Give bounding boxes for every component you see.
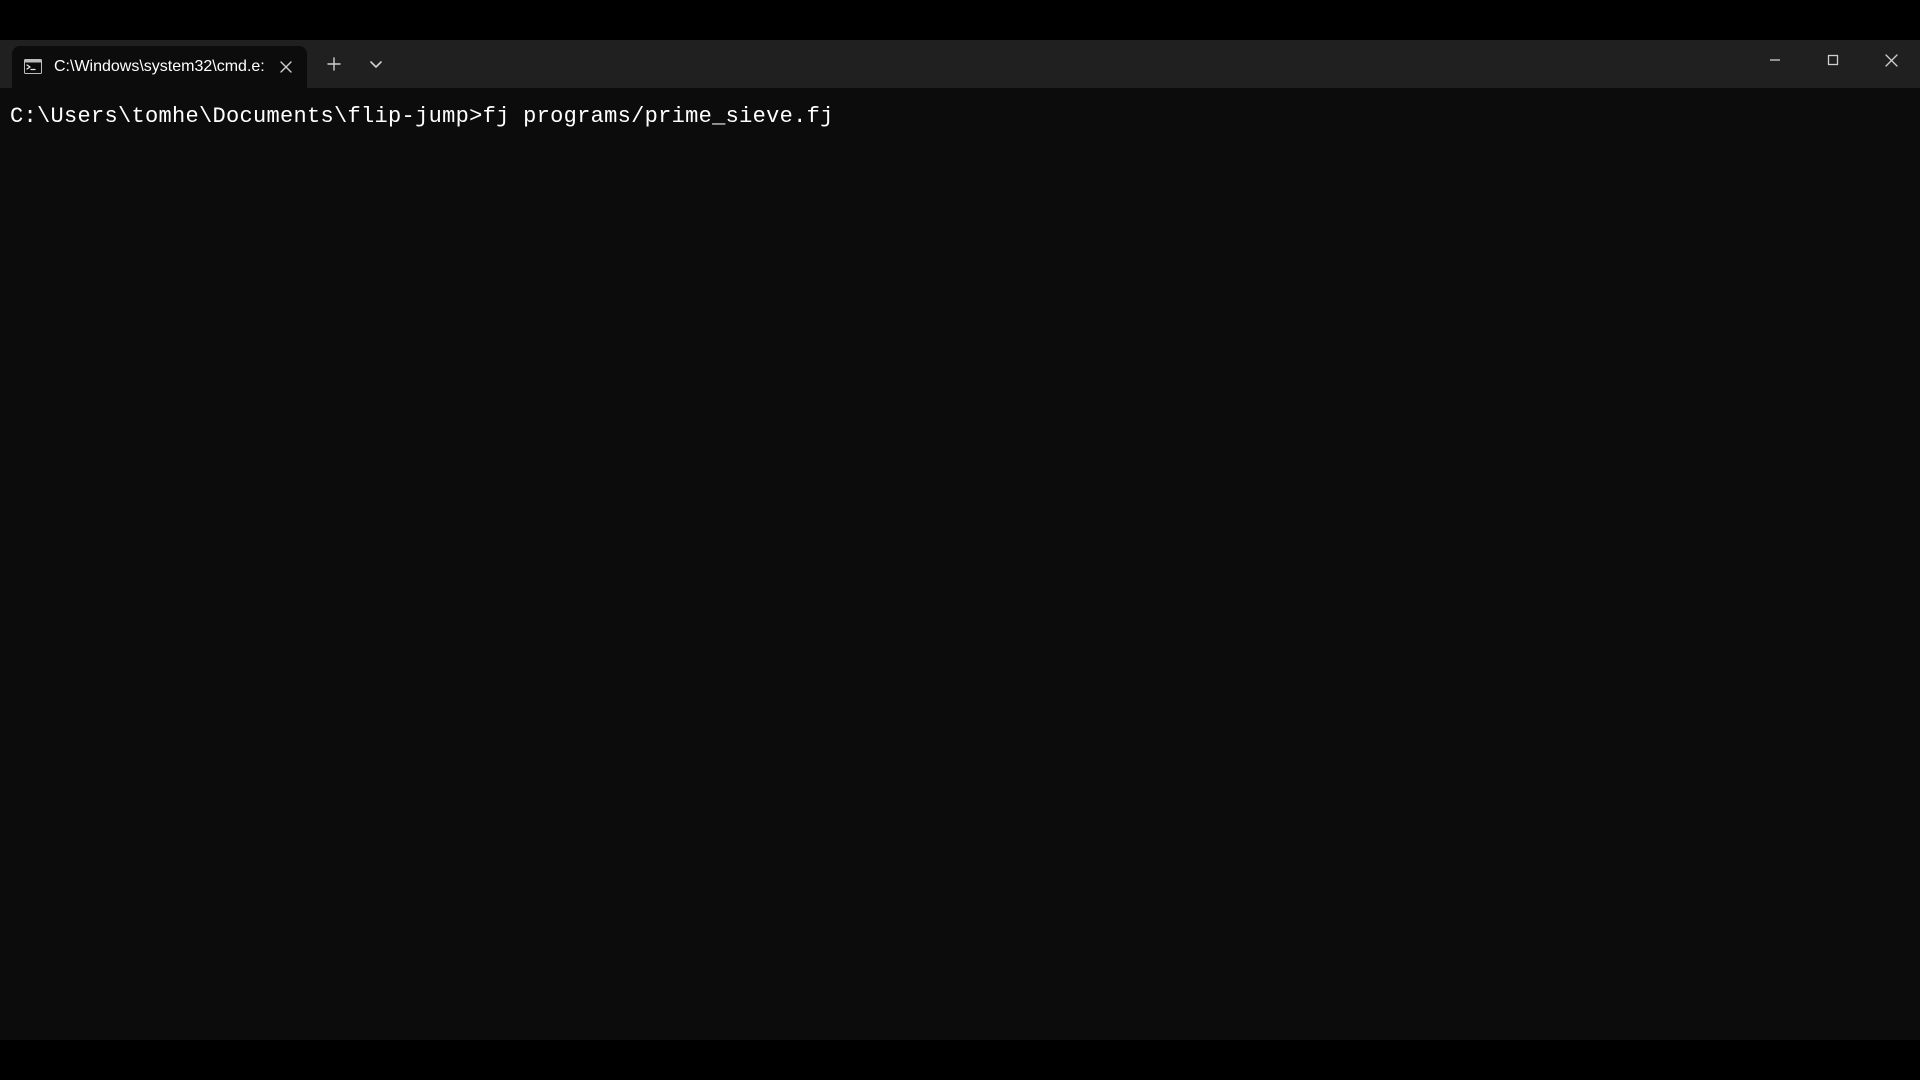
cmd-icon (24, 58, 42, 76)
tab-cmd[interactable]: C:\Windows\system32\cmd.e: (12, 46, 307, 88)
maximize-icon (1827, 54, 1839, 66)
terminal-window: C:\Windows\system32\cmd.e: (0, 40, 1920, 1040)
window-controls (1746, 40, 1920, 88)
titlebar[interactable]: C:\Windows\system32\cmd.e: (0, 40, 1920, 88)
tab-dropdown-button[interactable] (355, 43, 397, 85)
minimize-icon (1769, 54, 1781, 66)
command-text: fj programs/prime_sieve.fj (483, 102, 834, 132)
tab-close-button[interactable] (273, 54, 299, 80)
minimize-button[interactable] (1746, 40, 1804, 80)
tab-actions (307, 40, 403, 88)
close-window-button[interactable] (1862, 40, 1920, 80)
terminal-line: C:\Users\tomhe\Documents\flip-jump> fj p… (10, 102, 1910, 132)
plus-icon (327, 57, 341, 71)
close-icon (1885, 54, 1898, 67)
letterbox-top (0, 0, 1920, 40)
close-icon (280, 61, 292, 73)
maximize-button[interactable] (1804, 40, 1862, 80)
tab-title: C:\Windows\system32\cmd.e: (54, 58, 265, 76)
chevron-down-icon (369, 57, 383, 71)
new-tab-button[interactable] (313, 43, 355, 85)
prompt-text: C:\Users\tomhe\Documents\flip-jump> (10, 102, 483, 132)
letterbox-bottom (0, 1040, 1920, 1080)
terminal-body[interactable]: C:\Users\tomhe\Documents\flip-jump> fj p… (0, 88, 1920, 1040)
